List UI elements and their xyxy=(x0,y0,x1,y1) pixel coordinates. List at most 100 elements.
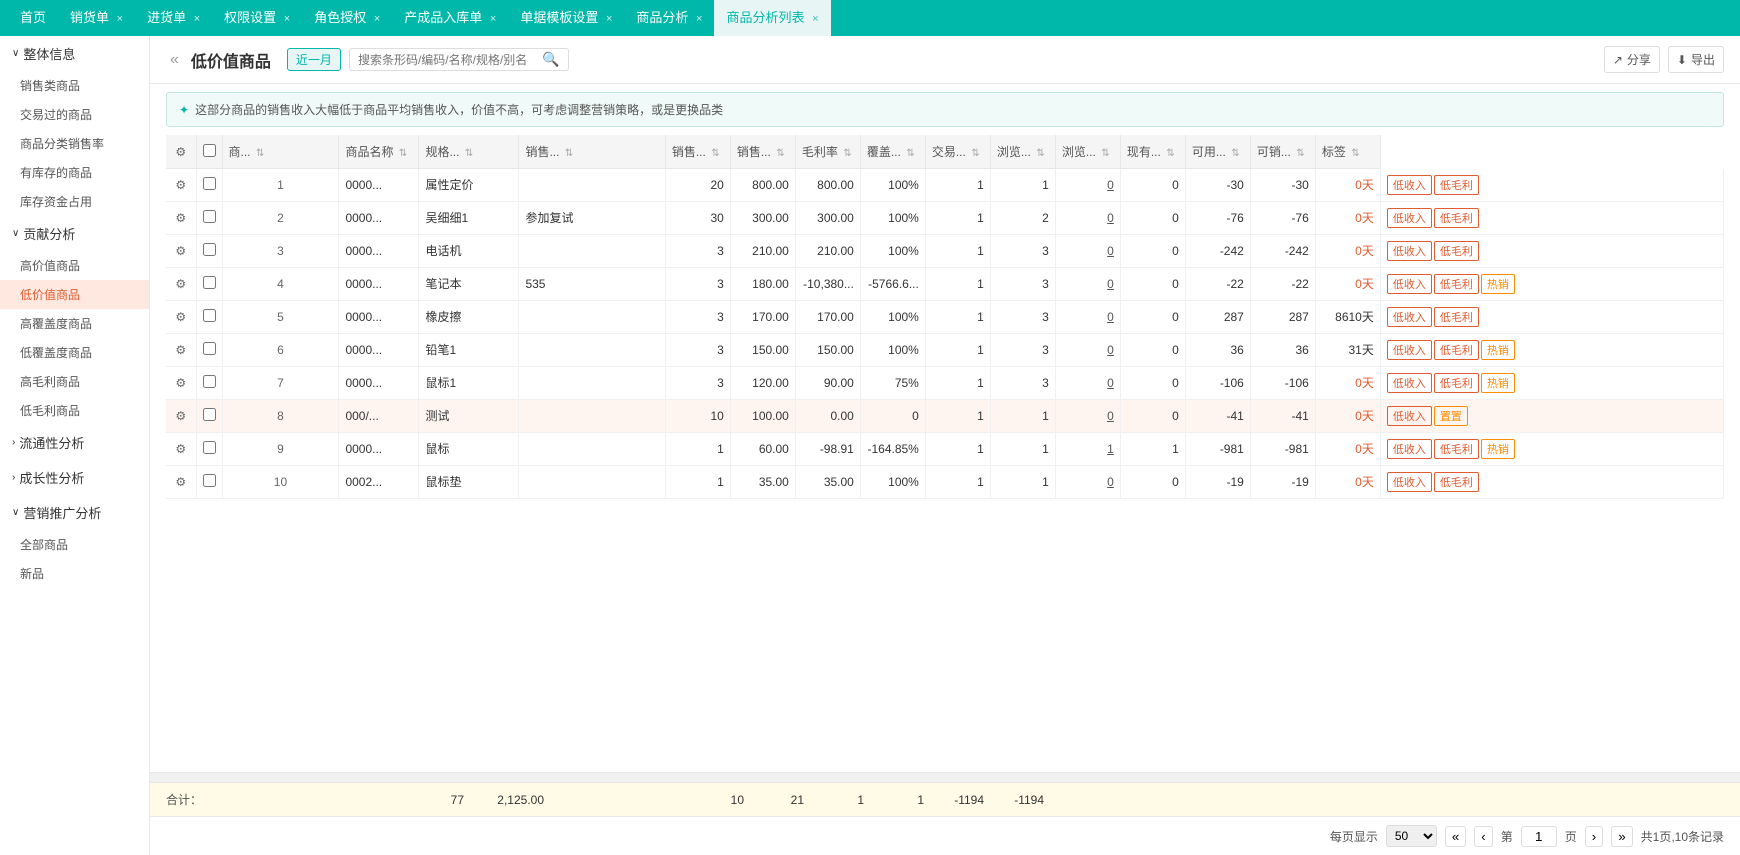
row-settings[interactable]: ⚙ xyxy=(166,333,196,366)
close-icon[interactable]: × xyxy=(117,13,123,25)
first-page-button[interactable]: « xyxy=(1445,826,1466,847)
view1-value[interactable]: 0 xyxy=(1107,310,1114,324)
view2-column-header[interactable]: 浏览... ⇅ xyxy=(1055,135,1120,169)
row-view1[interactable]: 0 xyxy=(1055,465,1120,498)
search-icon[interactable]: 🔍 xyxy=(542,51,559,68)
nav-sales[interactable]: 销货单 × xyxy=(58,0,135,36)
row-checkbox[interactable] xyxy=(203,342,216,355)
row-checkbox[interactable] xyxy=(203,243,216,256)
close-icon[interactable]: × xyxy=(696,13,702,25)
row-checkbox-cell[interactable] xyxy=(196,234,222,267)
export-button[interactable]: ⬇ 导出 xyxy=(1668,46,1724,73)
row-settings[interactable]: ⚙ xyxy=(166,366,196,399)
row-view1[interactable]: 0 xyxy=(1055,234,1120,267)
select-all-checkbox[interactable] xyxy=(203,144,216,157)
row-checkbox-cell[interactable] xyxy=(196,300,222,333)
row-view1[interactable]: 0 xyxy=(1055,399,1120,432)
close-icon[interactable]: × xyxy=(606,13,612,25)
row-checkbox-cell[interactable] xyxy=(196,465,222,498)
sidebar-item-traded-goods[interactable]: 交易过的商品 xyxy=(0,100,149,129)
row-checkbox-cell[interactable] xyxy=(196,366,222,399)
tags-column-header[interactable]: 标签 ⇅ xyxy=(1315,135,1380,169)
row-checkbox[interactable] xyxy=(203,474,216,487)
row-checkbox-cell[interactable] xyxy=(196,267,222,300)
sidebar-item-new-goods[interactable]: 新品 xyxy=(0,559,149,588)
row-checkbox[interactable] xyxy=(203,309,216,322)
page-number-input[interactable] xyxy=(1521,826,1557,847)
view1-value[interactable]: 0 xyxy=(1107,277,1114,291)
search-input[interactable] xyxy=(358,53,538,67)
sidebar-item-sales-goods[interactable]: 销售类商品 xyxy=(0,71,149,100)
row-settings[interactable]: ⚙ xyxy=(166,399,196,432)
row-view1[interactable]: 0 xyxy=(1055,201,1120,234)
row-checkbox-cell[interactable] xyxy=(196,399,222,432)
sidebar-item-stock-goods[interactable]: 有库存的商品 xyxy=(0,158,149,187)
view1-value[interactable]: 0 xyxy=(1107,211,1114,225)
row-checkbox-cell[interactable] xyxy=(196,169,222,202)
checkbox-column-header[interactable] xyxy=(196,135,222,169)
sidebar-section-marketing[interactable]: ∨ 营销推广分析 xyxy=(0,495,149,530)
row-settings[interactable]: ⚙ xyxy=(166,201,196,234)
name-column-header[interactable]: 商品名称 ⇅ xyxy=(339,135,419,169)
view1-value[interactable]: 0 xyxy=(1107,244,1114,258)
per-page-select[interactable]: 50 100 200 xyxy=(1386,825,1437,847)
close-icon[interactable]: × xyxy=(490,13,496,25)
nav-permissions[interactable]: 权限设置 × xyxy=(212,0,302,36)
row-view1[interactable]: 0 xyxy=(1055,366,1120,399)
prev-page-button[interactable]: ‹ xyxy=(1474,826,1492,847)
sidebar-item-stock-capital[interactable]: 库存资金占用 xyxy=(0,187,149,216)
sidebar-section-contribution[interactable]: ∨ 贡献分析 xyxy=(0,216,149,251)
sellable-column-header[interactable]: 可销... ⇅ xyxy=(1250,135,1315,169)
row-view1[interactable]: 0 xyxy=(1055,169,1120,202)
nav-analysis-list[interactable]: 商品分析列表 × xyxy=(714,0,830,36)
close-icon[interactable]: × xyxy=(194,13,200,25)
close-icon[interactable]: × xyxy=(374,13,380,25)
row-checkbox[interactable] xyxy=(203,210,216,223)
trade-column-header[interactable]: 交易... ⇅ xyxy=(925,135,990,169)
settings-column-header[interactable]: ⚙ xyxy=(166,135,196,169)
row-settings[interactable]: ⚙ xyxy=(166,300,196,333)
row-settings[interactable]: ⚙ xyxy=(166,234,196,267)
view1-value[interactable]: 1 xyxy=(1107,442,1114,456)
sales-amount-column-header[interactable]: 销售... ⇅ xyxy=(665,135,730,169)
row-settings[interactable]: ⚙ xyxy=(166,169,196,202)
nav-template[interactable]: 单据模板设置 × xyxy=(508,0,624,36)
view1-column-header[interactable]: 浏览... ⇅ xyxy=(990,135,1055,169)
row-view1[interactable]: 0 xyxy=(1055,333,1120,366)
row-checkbox[interactable] xyxy=(203,375,216,388)
row-checkbox[interactable] xyxy=(203,408,216,421)
share-button[interactable]: ↗ 分享 xyxy=(1604,46,1660,73)
sidebar-item-high-margin[interactable]: 高毛利商品 xyxy=(0,367,149,396)
next-page-button[interactable]: › xyxy=(1585,826,1603,847)
filter-period-button[interactable]: 近一月 xyxy=(287,48,341,71)
collapse-sidebar-button[interactable]: « xyxy=(166,47,183,73)
sidebar-item-category-sales[interactable]: 商品分类销售率 xyxy=(0,129,149,158)
sidebar-item-low-value[interactable]: 低价值商品 xyxy=(0,280,149,309)
row-view1[interactable]: 0 xyxy=(1055,300,1120,333)
row-checkbox-cell[interactable] xyxy=(196,201,222,234)
coverage-column-header[interactable]: 覆盖... ⇅ xyxy=(860,135,925,169)
view1-value[interactable]: 0 xyxy=(1107,376,1114,390)
row-settings[interactable]: ⚙ xyxy=(166,432,196,465)
view1-value[interactable]: 0 xyxy=(1107,343,1114,357)
row-checkbox[interactable] xyxy=(203,276,216,289)
view1-value[interactable]: 0 xyxy=(1107,475,1114,489)
row-settings[interactable]: ⚙ xyxy=(166,267,196,300)
row-settings[interactable]: ⚙ xyxy=(166,465,196,498)
nav-roles[interactable]: 角色授权 × xyxy=(302,0,392,36)
gross-margin-column-header[interactable]: 毛利率 ⇅ xyxy=(795,135,860,169)
code-column-header[interactable]: 商... ⇅ xyxy=(222,135,339,169)
last-page-button[interactable]: » xyxy=(1611,826,1632,847)
sales-profit-column-header[interactable]: 销售... ⇅ xyxy=(730,135,795,169)
spec-column-header[interactable]: 规格... ⇅ xyxy=(419,135,519,169)
available-column-header[interactable]: 可用... ⇅ xyxy=(1185,135,1250,169)
nav-purchase[interactable]: 进货单 × xyxy=(135,0,212,36)
sidebar-section-overall[interactable]: ∨ 整体信息 xyxy=(0,36,149,71)
nav-home[interactable]: 首页 xyxy=(8,0,58,36)
sidebar-item-low-margin[interactable]: 低毛利商品 xyxy=(0,396,149,425)
sales-qty-column-header[interactable]: 销售... ⇅ xyxy=(519,135,665,169)
close-icon[interactable]: × xyxy=(812,13,818,25)
row-view1[interactable]: 0 xyxy=(1055,267,1120,300)
sidebar-section-liquidity[interactable]: › 流通性分析 xyxy=(0,425,149,460)
row-checkbox-cell[interactable] xyxy=(196,432,222,465)
